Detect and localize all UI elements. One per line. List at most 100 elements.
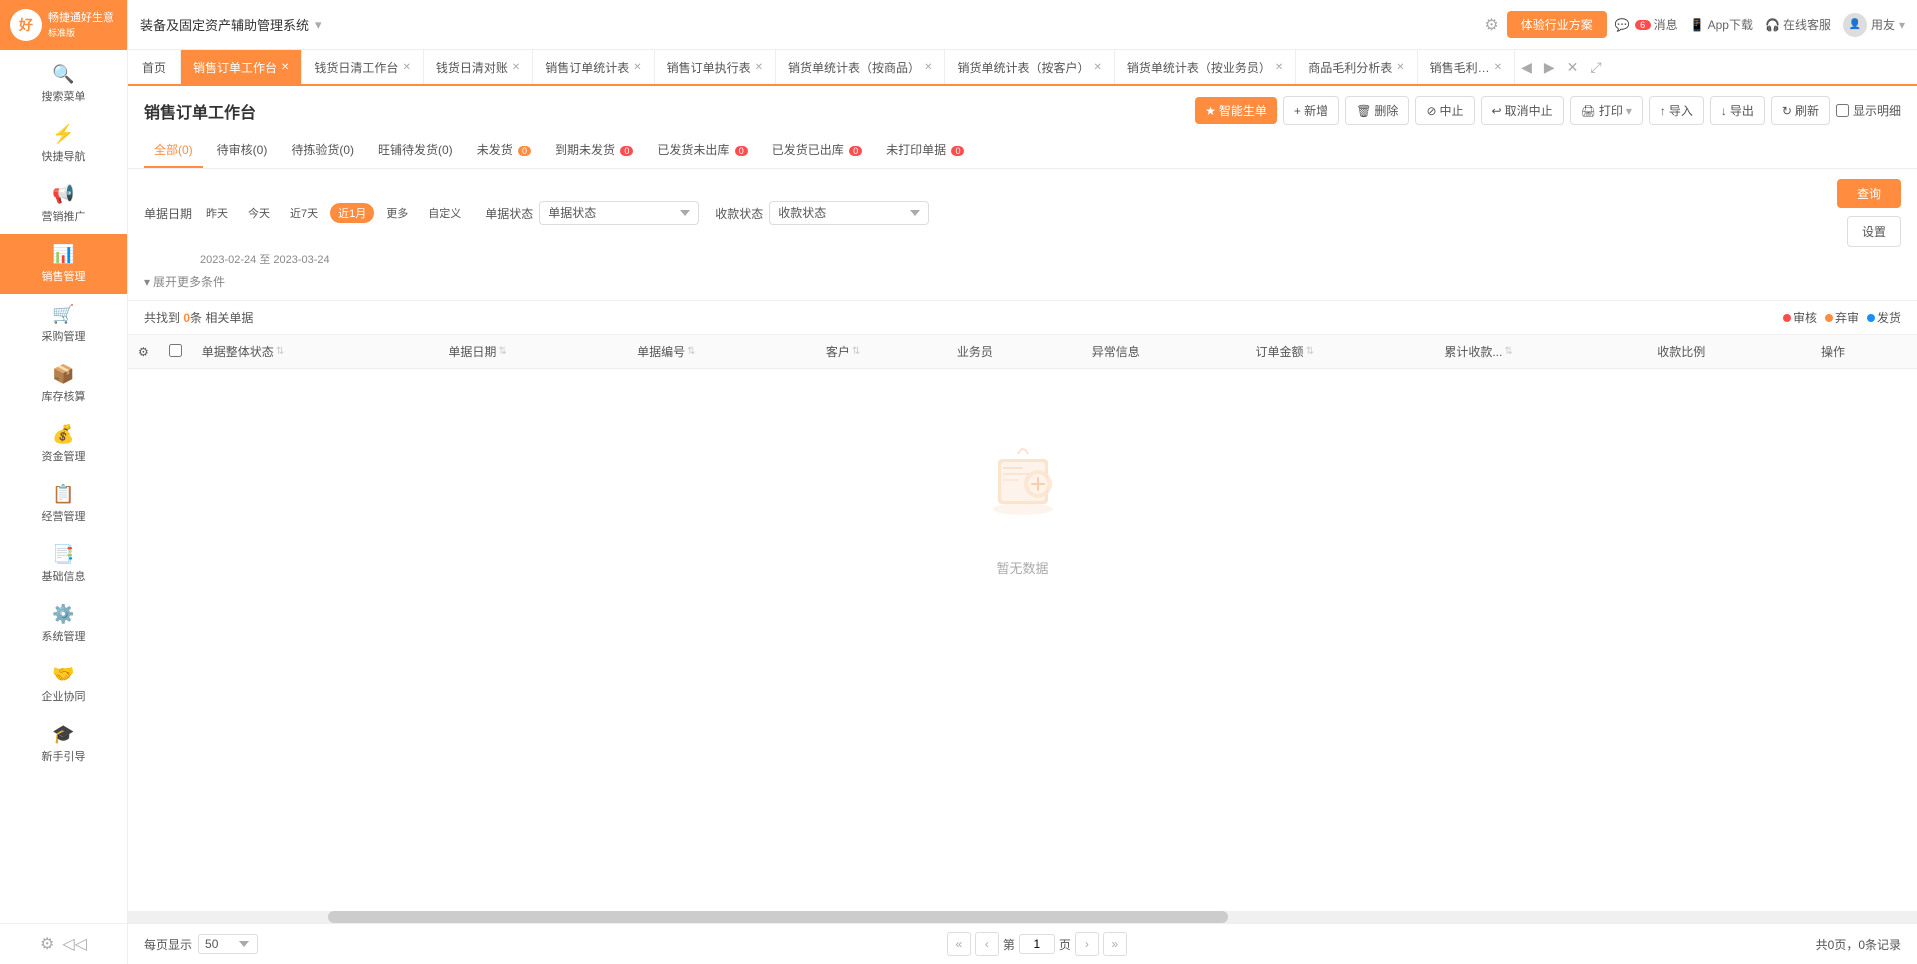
message-btn[interactable]: 💬 6 消息 [1615, 16, 1678, 33]
th-checkbox[interactable] [159, 335, 192, 369]
user-menu-btn[interactable]: 👤 用友 ▾ [1843, 13, 1905, 37]
discard-audit-btn[interactable]: 弃审 [1825, 309, 1859, 326]
collapse-sidebar-btn[interactable]: ◁◁ [62, 934, 87, 954]
sidebar-item-search[interactable]: 🔍 搜索菜单 [0, 54, 127, 114]
subtab-wangpu[interactable]: 旺铺待发货(0) [368, 133, 463, 168]
dropdown-arrow[interactable]: ▾ [315, 17, 322, 33]
tab-sales-margin[interactable]: 销售毛利… ✕ [1418, 50, 1515, 84]
status-filter-select[interactable]: 单据状态 [539, 201, 699, 225]
sidebar-item-system[interactable]: ⚙️ 系统管理 [0, 594, 127, 654]
gear-icon[interactable]: ⚙ [1484, 15, 1498, 35]
prev-page-btn[interactable]: ‹ [975, 932, 999, 956]
print-btn[interactable]: 🖨 打印 ▾ [1570, 96, 1643, 125]
total-info: 共0页，0条记录 [1816, 936, 1901, 953]
subtab-unprinted[interactable]: 未打印单据 0 [876, 133, 974, 168]
sidebar-item-quicknav[interactable]: ⚡ 快捷导航 [0, 114, 127, 174]
tab-margin[interactable]: 商品毛利分析表 ✕ [1296, 50, 1417, 84]
export-btn[interactable]: ↓ 导出 [1710, 96, 1765, 125]
tab-close-btn[interactable]: ✕ [1275, 62, 1283, 73]
tab-close-btn[interactable]: ✕ [281, 62, 289, 73]
tab-next-btn[interactable]: ▶ [1538, 59, 1561, 76]
tab-sales-by-customer[interactable]: 销货单统计表（按客户） ✕ [945, 50, 1114, 84]
tab-sales-by-product[interactable]: 销货单统计表（按商品） ✕ [776, 50, 945, 84]
per-page-select[interactable]: 50 20 100 [198, 934, 258, 954]
th-order-no[interactable]: 单据编号 ⇅ [627, 335, 816, 369]
tab-reconcile[interactable]: 钱货日清对账 ✕ [424, 50, 533, 84]
tab-close-btn[interactable]: ✕ [1494, 62, 1502, 73]
tab-close-btn[interactable]: ✕ [402, 62, 410, 73]
industry-btn[interactable]: 体验行业方案 [1507, 11, 1607, 38]
tab-sales-stats[interactable]: 销售订单统计表 ✕ [533, 50, 654, 84]
tab-close-btn[interactable]: ✕ [1093, 62, 1101, 73]
tab-sales-order[interactable]: 销售订单工作台 ✕ [181, 50, 302, 84]
sidebar-item-sales[interactable]: 📊 销售管理 [0, 234, 127, 294]
refresh-btn[interactable]: ↻ 刷新 [1771, 96, 1830, 125]
first-page-btn[interactable]: « [947, 932, 971, 956]
sidebar-item-purchase[interactable]: 🛒 采购管理 [0, 294, 127, 354]
show-detail-checkbox[interactable] [1836, 104, 1849, 117]
tab-prev-btn[interactable]: ◀ [1515, 59, 1538, 76]
date-custom[interactable]: 自定义 [420, 203, 469, 223]
sidebar-item-operation[interactable]: 📋 经营管理 [0, 474, 127, 534]
tab-close-btn[interactable]: ✕ [633, 62, 641, 73]
th-amount[interactable]: 订单金额 ⇅ [1246, 335, 1435, 369]
sidebar-item-guide[interactable]: 🎓 新手引导 [0, 714, 127, 774]
app-download-btn[interactable]: 📱 App下载 [1690, 16, 1753, 33]
smart-create-btn[interactable]: ★ 智能生单 [1195, 97, 1277, 124]
tab-close-all-btn[interactable]: ✕ [1561, 59, 1585, 76]
show-detail-checkbox-label[interactable]: 显示明细 [1836, 102, 1901, 119]
subtab-pending-check[interactable]: 待拣验货(0) [281, 133, 364, 168]
download-icon: 📱 [1690, 18, 1705, 32]
sidebar-item-finance[interactable]: 💰 资金管理 [0, 414, 127, 474]
date-today[interactable]: 今天 [240, 203, 278, 223]
expand-filter-btn[interactable]: ▾ 展开更多条件 [144, 273, 1901, 290]
page-actions: ★ 智能生单 + 新增 🗑 删除 ⊘ 中止 ↩ 取消中止 [1195, 96, 1901, 125]
subtab-unshipped[interactable]: 未发货 0 [467, 133, 541, 168]
tab-close-btn[interactable]: ✕ [755, 62, 763, 73]
tab-close-btn[interactable]: ✕ [924, 62, 932, 73]
ship-btn[interactable]: 发货 [1867, 309, 1901, 326]
tab-home[interactable]: 首页 [128, 50, 181, 84]
payment-filter-select[interactable]: 收款状态 [769, 201, 929, 225]
subtab-all[interactable]: 全部(0) [144, 133, 203, 168]
next-page-btn[interactable]: › [1075, 932, 1099, 956]
set-btn[interactable]: 设置 [1847, 216, 1901, 247]
cancel-pause-btn[interactable]: ↩ 取消中止 [1481, 96, 1564, 125]
tab-daily-clear[interactable]: 钱货日清工作台 ✕ [302, 50, 423, 84]
sidebar-item-marketing[interactable]: 📢 营销推广 [0, 174, 127, 234]
subtab-shipped-out[interactable]: 已发货已出库 0 [762, 133, 872, 168]
select-all-checkbox[interactable] [169, 344, 182, 357]
th-date[interactable]: 单据日期 ⇅ [438, 335, 627, 369]
subtab-overdue[interactable]: 到期未发货 0 [545, 133, 643, 168]
delete-btn[interactable]: 🗑 删除 [1345, 96, 1409, 125]
online-support-btn[interactable]: 🎧 在线客服 [1765, 16, 1831, 33]
th-setting[interactable]: ⚙ [128, 335, 159, 369]
tab-close-btn[interactable]: ✕ [512, 62, 520, 73]
last-page-btn[interactable]: » [1103, 932, 1127, 956]
scrollbar-thumb[interactable] [328, 911, 1228, 923]
page-input[interactable] [1019, 934, 1055, 954]
tab-maximize-btn[interactable]: ⤢ [1584, 59, 1607, 76]
import-btn[interactable]: ↑ 导入 [1649, 96, 1704, 125]
date-7days[interactable]: 近7天 [282, 203, 326, 223]
pause-btn[interactable]: ⊘ 中止 [1415, 96, 1474, 125]
query-btn[interactable]: 查询 [1837, 179, 1901, 208]
date-yesterday[interactable]: 昨天 [198, 203, 236, 223]
add-btn[interactable]: + 新增 [1283, 96, 1339, 125]
date-1month[interactable]: 近1月 [330, 203, 374, 223]
date-more[interactable]: 更多 [378, 203, 416, 223]
subtab-shipped-not-out[interactable]: 已发货未出库 0 [647, 133, 757, 168]
tab-sales-by-staff[interactable]: 销货单统计表（按业务员） ✕ [1115, 50, 1296, 84]
sidebar-item-collab[interactable]: 🤝 企业协同 [0, 654, 127, 714]
audit-btn[interactable]: 审核 [1783, 309, 1817, 326]
th-accumulated[interactable]: 累计收款... ⇅ [1434, 335, 1647, 369]
subtab-pending-review[interactable]: 待审核(0) [207, 133, 278, 168]
th-order-status[interactable]: 单据整体状态 ⇅ [192, 335, 439, 369]
settings-bottom-btn[interactable]: ⚙ [40, 934, 54, 954]
tab-sales-exec[interactable]: 销售订单执行表 ✕ [655, 50, 776, 84]
sidebar-item-basicinfo[interactable]: 📑 基础信息 [0, 534, 127, 594]
sidebar-item-inventory[interactable]: 📦 库存核算 [0, 354, 127, 414]
horizontal-scrollbar[interactable] [128, 911, 1917, 923]
tab-close-btn[interactable]: ✕ [1396, 62, 1404, 73]
th-customer[interactable]: 客户 ⇅ [816, 335, 947, 369]
